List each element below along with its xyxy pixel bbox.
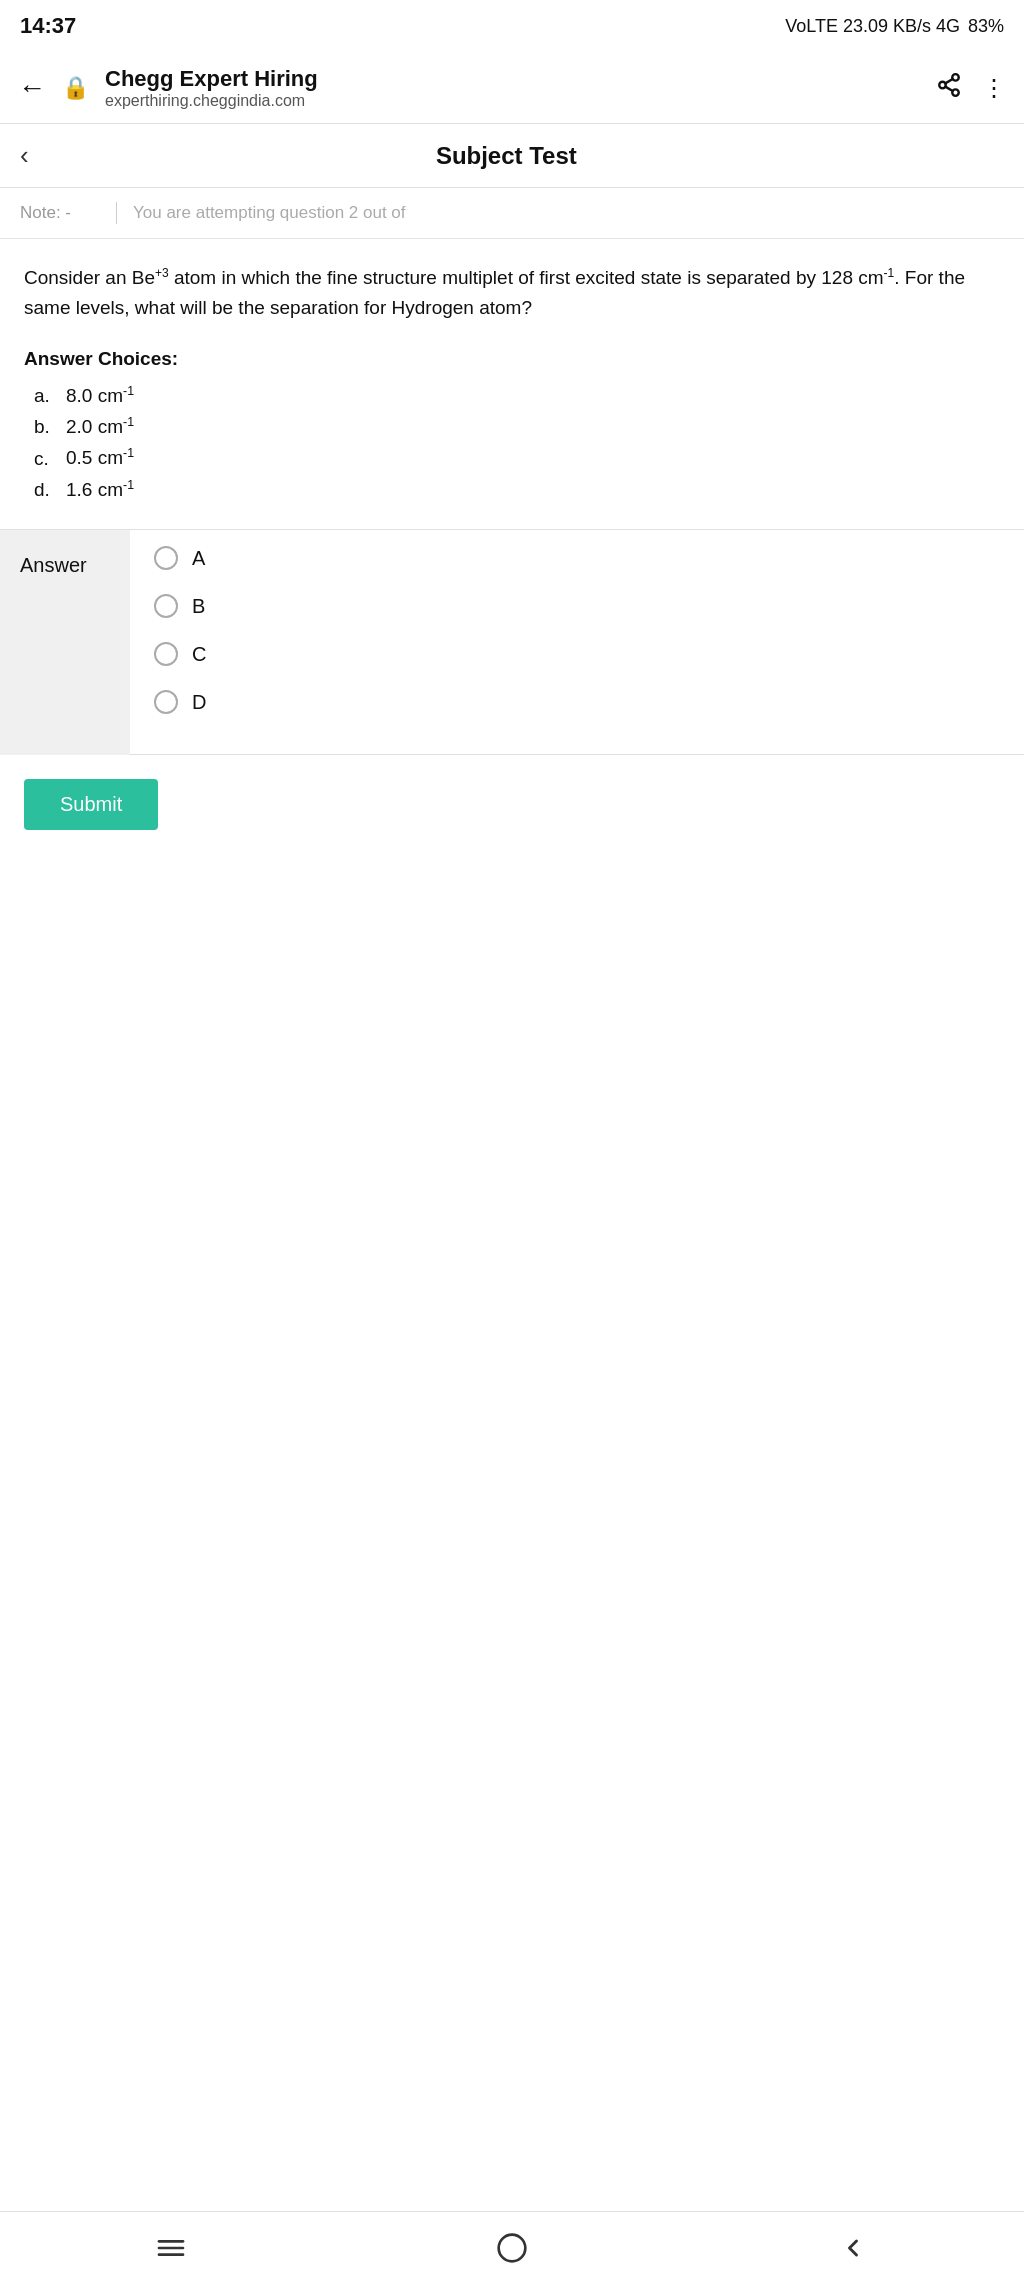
note-text: You are attempting question 2 out of bbox=[133, 203, 406, 223]
choice-item-b: b. 2.0 cm-1 bbox=[34, 415, 1000, 438]
browser-site-title: Chegg Expert Hiring bbox=[105, 66, 920, 92]
browser-back-button[interactable]: ← bbox=[18, 72, 46, 104]
choice-list: a. 8.0 cm-1 b. 2.0 cm-1 c. 0.5 cm-1 d. 1… bbox=[24, 384, 1000, 501]
more-options-icon[interactable]: ⋮ bbox=[982, 74, 1006, 102]
svg-line-4 bbox=[945, 79, 952, 83]
status-time: 14:37 bbox=[20, 13, 76, 39]
lock-icon: 🔒 bbox=[62, 75, 89, 101]
submit-area: Submit bbox=[0, 755, 1024, 854]
status-bar: 14:37 VoLTE 23.09 KB/s 4G 83% bbox=[0, 0, 1024, 52]
choice-letter-a: a. bbox=[34, 385, 56, 407]
radio-option-d[interactable]: D bbox=[154, 690, 1000, 714]
browser-title-group: Chegg Expert Hiring experthiring.cheggin… bbox=[105, 66, 920, 110]
choice-value-d: 1.6 cm-1 bbox=[66, 478, 134, 501]
answer-choices-label: Answer Choices: bbox=[24, 348, 1000, 370]
page-title: Subject Test bbox=[49, 142, 964, 170]
choice-item-c: c. 0.5 cm-1 bbox=[34, 446, 1000, 469]
radio-label-c: C bbox=[192, 643, 206, 666]
choice-value-c: 0.5 cm-1 bbox=[66, 446, 134, 469]
note-bar: Note: - You are attempting question 2 ou… bbox=[0, 188, 1024, 239]
page-back-button[interactable]: ‹ bbox=[20, 140, 29, 171]
radio-circle-a[interactable] bbox=[154, 546, 178, 570]
nav-home-button[interactable] bbox=[482, 2218, 542, 2278]
answer-section: Answer A B C D bbox=[0, 529, 1024, 755]
question-area: Consider an Be+3 atom in which the fine … bbox=[0, 239, 1024, 529]
browser-url: experthiring.cheggindia.com bbox=[105, 92, 920, 110]
choice-value-a: 8.0 cm-1 bbox=[66, 384, 134, 407]
nav-menu-button[interactable] bbox=[141, 2218, 201, 2278]
note-separator bbox=[116, 202, 117, 224]
nav-back-button[interactable] bbox=[823, 2218, 883, 2278]
question-text: Consider an Be+3 atom in which the fine … bbox=[24, 263, 1000, 324]
choice-letter-b: b. bbox=[34, 416, 56, 438]
radio-option-c[interactable]: C bbox=[154, 642, 1000, 666]
submit-button[interactable]: Submit bbox=[24, 779, 158, 830]
share-icon[interactable] bbox=[936, 72, 962, 104]
browser-bar: ← 🔒 Chegg Expert Hiring experthiring.che… bbox=[0, 52, 1024, 124]
radio-label-b: B bbox=[192, 595, 205, 618]
radio-label-a: A bbox=[192, 547, 205, 570]
answer-options: A B C D bbox=[130, 530, 1024, 755]
browser-actions: ⋮ bbox=[936, 72, 1006, 104]
choice-letter-c: c. bbox=[34, 448, 56, 470]
radio-circle-b[interactable] bbox=[154, 594, 178, 618]
radio-option-a[interactable]: A bbox=[154, 546, 1000, 570]
radio-circle-c[interactable] bbox=[154, 642, 178, 666]
choice-value-b: 2.0 cm-1 bbox=[66, 415, 134, 438]
answer-label: Answer bbox=[0, 530, 130, 755]
choice-letter-d: d. bbox=[34, 479, 56, 501]
status-right: VoLTE 23.09 KB/s 4G 83% bbox=[785, 16, 1004, 37]
svg-line-3 bbox=[945, 86, 952, 90]
svg-point-8 bbox=[499, 2234, 526, 2261]
page-header: ‹ Subject Test bbox=[0, 124, 1024, 188]
radio-label-d: D bbox=[192, 691, 206, 714]
note-label: Note: - bbox=[20, 203, 100, 223]
choice-item-d: d. 1.6 cm-1 bbox=[34, 478, 1000, 501]
radio-option-b[interactable]: B bbox=[154, 594, 1000, 618]
bottom-nav bbox=[0, 2211, 1024, 2283]
status-signal: VoLTE 23.09 KB/s 4G bbox=[785, 16, 960, 37]
choice-item-a: a. 8.0 cm-1 bbox=[34, 384, 1000, 407]
radio-circle-d[interactable] bbox=[154, 690, 178, 714]
status-battery: 83% bbox=[968, 16, 1004, 37]
